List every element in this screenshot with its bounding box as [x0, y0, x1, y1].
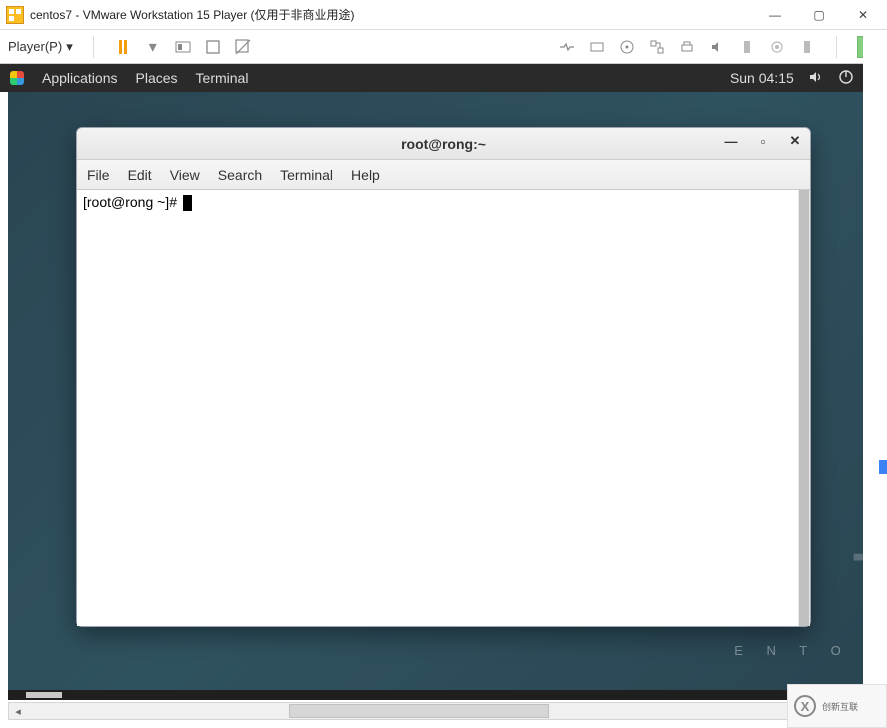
host-close-button[interactable]: ✕ [841, 1, 885, 29]
vmware-window-title: centos7 - VMware Workstation 15 Player (… [30, 6, 753, 23]
unity-icon [235, 39, 251, 55]
terminal-scrollbar[interactable] [798, 190, 810, 626]
player-menu-button[interactable]: Player(P) ▾ [8, 39, 73, 55]
terminal-titlebar[interactable]: root@rong:~ — ▫ ✕ [77, 128, 810, 160]
terminal-close-button[interactable]: ✕ [786, 132, 804, 150]
terminal-menu-terminal[interactable]: Terminal [280, 167, 333, 183]
host-selection-marker [879, 460, 887, 474]
gnome-activities-icon[interactable] [10, 71, 24, 85]
send-cad-button[interactable] [174, 38, 192, 56]
page-watermark: X 创新互联 [787, 684, 887, 728]
terminal-body[interactable]: [root@rong ~]# [77, 190, 810, 626]
usb-icon-2[interactable] [798, 38, 816, 56]
gnome-terminal-menu[interactable]: Terminal [196, 70, 249, 86]
terminal-menu-edit[interactable]: Edit [128, 167, 152, 183]
printer-icon[interactable] [678, 38, 696, 56]
scroll-left-button[interactable]: ◂ [9, 703, 27, 719]
cdrom-icon[interactable] [618, 38, 636, 56]
power-dropdown-button[interactable]: ▾ [144, 38, 162, 56]
send-cad-icon [175, 39, 191, 55]
gnome-applications-menu[interactable]: Applications [42, 70, 118, 86]
connection-icon[interactable] [558, 38, 576, 56]
terminal-menu-view[interactable]: View [170, 167, 200, 183]
fullscreen-icon [205, 39, 221, 55]
gnome-places-menu[interactable]: Places [136, 70, 178, 86]
gnome-top-panel: Applications Places Terminal Sun 04:15 ⌃ [0, 64, 887, 92]
watermark-logo-icon: X [794, 695, 816, 717]
terminal-prompt: [root@rong ~]# [83, 194, 181, 210]
terminal-cursor [183, 195, 192, 211]
usb-icon-1[interactable] [738, 38, 756, 56]
network-adapter-icon[interactable] [648, 38, 666, 56]
scroll-thumb[interactable] [289, 704, 549, 718]
terminal-menu-file[interactable]: File [87, 167, 110, 183]
scroll-track[interactable] [27, 703, 860, 719]
vmware-titlebar: centos7 - VMware Workstation 15 Player (… [0, 0, 887, 30]
gnome-terminal-window: root@rong:~ — ▫ ✕ File Edit View Search … [76, 127, 811, 627]
terminal-title-text: root@rong:~ [401, 136, 486, 152]
record-icon[interactable] [768, 38, 786, 56]
host-minimize-button[interactable]: — [753, 1, 797, 29]
terminal-menubar: File Edit View Search Terminal Help [77, 160, 810, 190]
terminal-scrollbar-thumb[interactable] [799, 190, 809, 626]
toolbar-separator-2 [836, 36, 837, 58]
host-right-crop [863, 30, 887, 698]
vmware-toolbar: Player(P) ▾ ▾ [0, 30, 887, 64]
terminal-maximize-button[interactable]: ▫ [754, 132, 772, 150]
disk-icon[interactable] [588, 38, 606, 56]
sound-icon[interactable] [708, 38, 726, 56]
taskbar-item[interactable] [26, 692, 62, 698]
centos-version-watermark: 7 [849, 535, 863, 638]
terminal-menu-search[interactable]: Search [218, 167, 262, 183]
dropdown-icon: ▾ [66, 39, 73, 55]
gnome-volume-icon[interactable] [808, 69, 824, 88]
centos-label-watermark: E N T O S [734, 643, 863, 658]
gnome-clock[interactable]: Sun 04:15 [730, 70, 794, 86]
pause-vm-button[interactable] [114, 38, 132, 56]
gnome-power-icon[interactable] [838, 69, 854, 88]
host-horizontal-scrollbar[interactable]: ◂ ▸ [8, 702, 879, 720]
fullscreen-button[interactable] [204, 38, 222, 56]
terminal-minimize-button[interactable]: — [722, 132, 740, 150]
player-menu-label: Player(P) [8, 39, 62, 54]
gnome-taskbar-strip [8, 690, 863, 700]
host-maximize-button[interactable]: ▢ [797, 1, 841, 29]
toolbar-separator [93, 36, 94, 58]
terminal-menu-help[interactable]: Help [351, 167, 380, 183]
unity-button[interactable] [234, 38, 252, 56]
watermark-brand: 创新互联 [822, 700, 858, 713]
pause-icon [119, 40, 127, 54]
guest-desktop[interactable]: 7 E N T O S root@rong:~ — ▫ ✕ File Edit … [8, 92, 863, 698]
vmware-logo-icon [6, 6, 24, 24]
